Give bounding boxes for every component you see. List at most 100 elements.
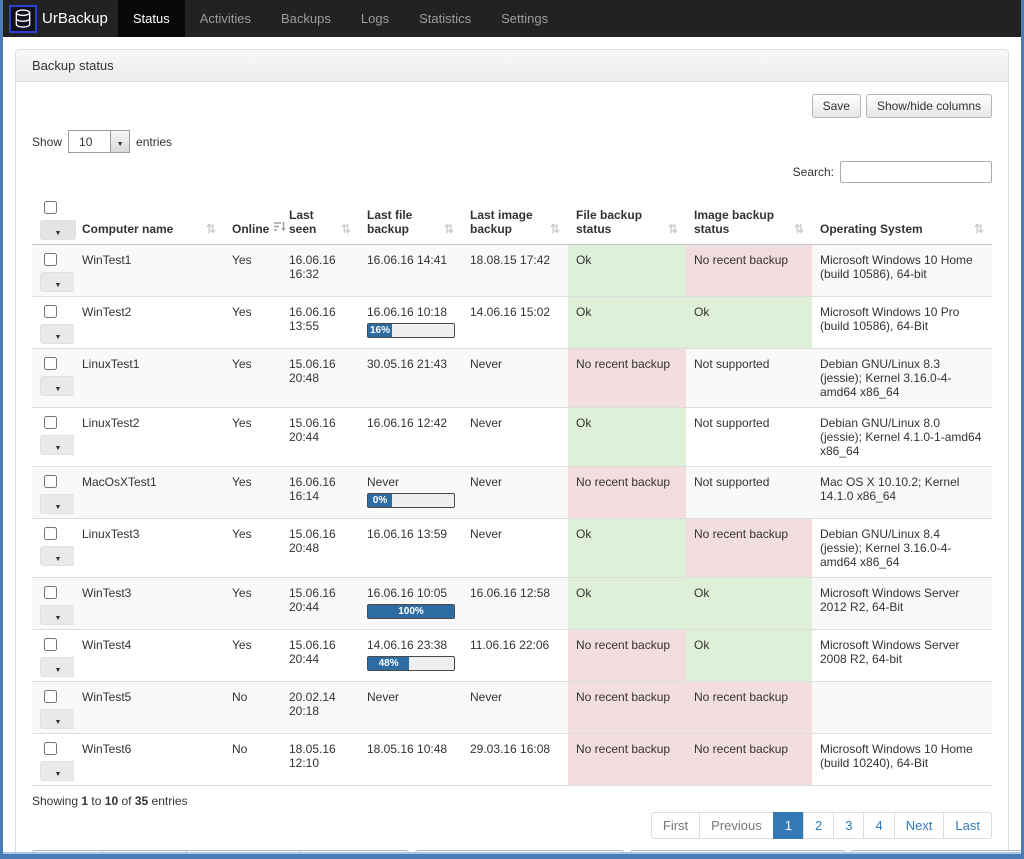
- image-backup-status-cell: Ok: [686, 297, 812, 349]
- panel-title: Backup status: [16, 50, 1008, 82]
- operating-system-cell: Microsoft Windows Server 2012 R2, 64-Bit: [812, 578, 992, 630]
- column-header-last-image-backup[interactable]: Last image backup⇅: [462, 193, 568, 245]
- nav-tab-activities[interactable]: Activities: [185, 0, 266, 37]
- computer-name-cell: MacOsXTest1: [74, 467, 224, 519]
- row-menu-button[interactable]: [40, 709, 74, 729]
- file-backup-status-cell: No recent backup: [568, 682, 686, 734]
- caret-down-icon: [55, 764, 62, 779]
- row-checkbox[interactable]: [44, 586, 57, 599]
- row-menu-button[interactable]: [40, 272, 74, 292]
- row-select-cell: [32, 519, 74, 578]
- entries-select[interactable]: 10: [68, 130, 130, 153]
- column-header-file-backup-status[interactable]: File backup status⇅: [568, 193, 686, 245]
- last-file-backup-text: 16.06.16 12:42: [367, 416, 447, 430]
- row-checkbox[interactable]: [44, 742, 57, 755]
- row-select-cell: [32, 630, 74, 682]
- urbackup-logo-icon: [9, 5, 37, 33]
- table-row: LinuxTest3Yes15.06.16 20:4816.06.16 13:5…: [32, 519, 992, 578]
- search-label: Search:: [793, 165, 834, 179]
- last-image-backup-cell: Never: [462, 682, 568, 734]
- operating-system-cell: Debian GNU/Linux 8.0 (jessie); Kernel 4.…: [812, 408, 992, 467]
- search-input[interactable]: [840, 161, 992, 183]
- last-seen-cell: 15.06.16 20:48: [281, 349, 359, 408]
- header-select-cell: [32, 193, 74, 245]
- nav-tab-status[interactable]: Status: [118, 0, 185, 37]
- online-cell: Yes: [224, 245, 281, 297]
- show-hide-columns-button[interactable]: Show/hide columns: [866, 94, 992, 118]
- last-image-backup-cell: 11.06.16 22:06: [462, 630, 568, 682]
- nav-tab-backups[interactable]: Backups: [266, 0, 346, 37]
- last-seen-cell: 20.02.14 20:18: [281, 682, 359, 734]
- page-1[interactable]: 1: [773, 812, 804, 839]
- row-select-cell: [32, 682, 74, 734]
- row-checkbox[interactable]: [44, 527, 57, 540]
- page-next[interactable]: Next: [894, 812, 945, 839]
- row-checkbox[interactable]: [44, 253, 57, 266]
- image-backup-status-cell: Ok: [686, 630, 812, 682]
- brand[interactable]: UrBackup: [3, 0, 118, 37]
- last-file-backup-cell: 16.06.16 10:05100%: [359, 578, 462, 630]
- computer-name-cell: LinuxTest2: [74, 408, 224, 467]
- select-all-checkbox[interactable]: [44, 201, 57, 214]
- column-header-last-file-backup[interactable]: Last file backup⇅: [359, 193, 462, 245]
- row-menu-button[interactable]: [40, 761, 74, 781]
- save-button[interactable]: Save: [812, 94, 861, 118]
- page-2[interactable]: 2: [803, 812, 834, 839]
- backup-status-panel: Backup status Save Show/hide columns Sho…: [15, 49, 1009, 852]
- page-4[interactable]: 4: [863, 812, 894, 839]
- last-image-backup-cell: Never: [462, 519, 568, 578]
- status-table: Computer name⇅ Online Last seen⇅: [32, 193, 992, 786]
- entries-select-value: 10: [69, 131, 110, 152]
- column-header-operating-system[interactable]: Operating System⇅: [812, 193, 992, 245]
- page-previous[interactable]: Previous: [699, 812, 774, 839]
- sort-icon: ⇅: [341, 222, 351, 236]
- operating-system-cell: [812, 682, 992, 734]
- row-menu-button[interactable]: [40, 324, 74, 344]
- last-image-backup-cell: 18.08.15 17:42: [462, 245, 568, 297]
- column-header-online[interactable]: Online: [224, 193, 281, 245]
- last-file-backup-text: 14.06.16 23:38: [367, 638, 447, 652]
- row-checkbox[interactable]: [44, 357, 57, 370]
- page-last[interactable]: Last: [943, 812, 992, 839]
- image-backup-status-cell: No recent backup: [686, 734, 812, 786]
- page-first[interactable]: First: [651, 812, 700, 839]
- operating-system-cell: Microsoft Windows 10 Home (build 10240),…: [812, 734, 992, 786]
- row-checkbox[interactable]: [44, 638, 57, 651]
- row-menu-button[interactable]: [40, 546, 74, 566]
- nav-tab-statistics[interactable]: Statistics: [404, 0, 486, 37]
- image-backup-status-cell: No recent backup: [686, 519, 812, 578]
- column-header-last-seen[interactable]: Last seen⇅: [281, 193, 359, 245]
- row-checkbox[interactable]: [44, 475, 57, 488]
- row-menu-button[interactable]: [40, 494, 74, 514]
- column-header-computer-name[interactable]: Computer name⇅: [74, 193, 224, 245]
- row-menu-button[interactable]: [40, 657, 74, 677]
- row-menu-button[interactable]: [40, 435, 74, 455]
- online-cell: Yes: [224, 349, 281, 408]
- table-row: WinTest2Yes16.06.16 13:5516.06.16 10:181…: [32, 297, 992, 349]
- row-checkbox[interactable]: [44, 416, 57, 429]
- file-backup-status-cell: No recent backup: [568, 630, 686, 682]
- online-cell: Yes: [224, 297, 281, 349]
- column-header-image-backup-status[interactable]: Image backup status⇅: [686, 193, 812, 245]
- file-backup-progress-bar: 100%: [367, 604, 455, 619]
- file-backup-status-cell: No recent backup: [568, 734, 686, 786]
- table-row: WinTest3Yes15.06.16 20:4416.06.16 10:051…: [32, 578, 992, 630]
- file-backup-status-cell: Ok: [568, 297, 686, 349]
- last-seen-cell: 15.06.16 20:44: [281, 408, 359, 467]
- table-body: WinTest1Yes16.06.16 16:3216.06.16 14:411…: [32, 245, 992, 786]
- row-menu-button[interactable]: [40, 376, 74, 396]
- last-file-backup-text: 18.05.16 10:48: [367, 742, 447, 756]
- image-backup-status-cell: Not supported: [686, 349, 812, 408]
- nav-tab-logs[interactable]: Logs: [346, 0, 404, 37]
- online-cell: Yes: [224, 467, 281, 519]
- page-3[interactable]: 3: [833, 812, 864, 839]
- bottom-frame: [3, 854, 1021, 859]
- row-menu-button[interactable]: [40, 605, 74, 625]
- nav-tab-settings[interactable]: Settings: [486, 0, 563, 37]
- last-image-backup-cell: Never: [462, 467, 568, 519]
- row-checkbox[interactable]: [44, 305, 57, 318]
- last-file-backup-cell: 16.06.16 10:1816%: [359, 297, 462, 349]
- progress-label: 16%: [370, 325, 390, 336]
- row-checkbox[interactable]: [44, 690, 57, 703]
- header-menu-button[interactable]: [40, 220, 76, 240]
